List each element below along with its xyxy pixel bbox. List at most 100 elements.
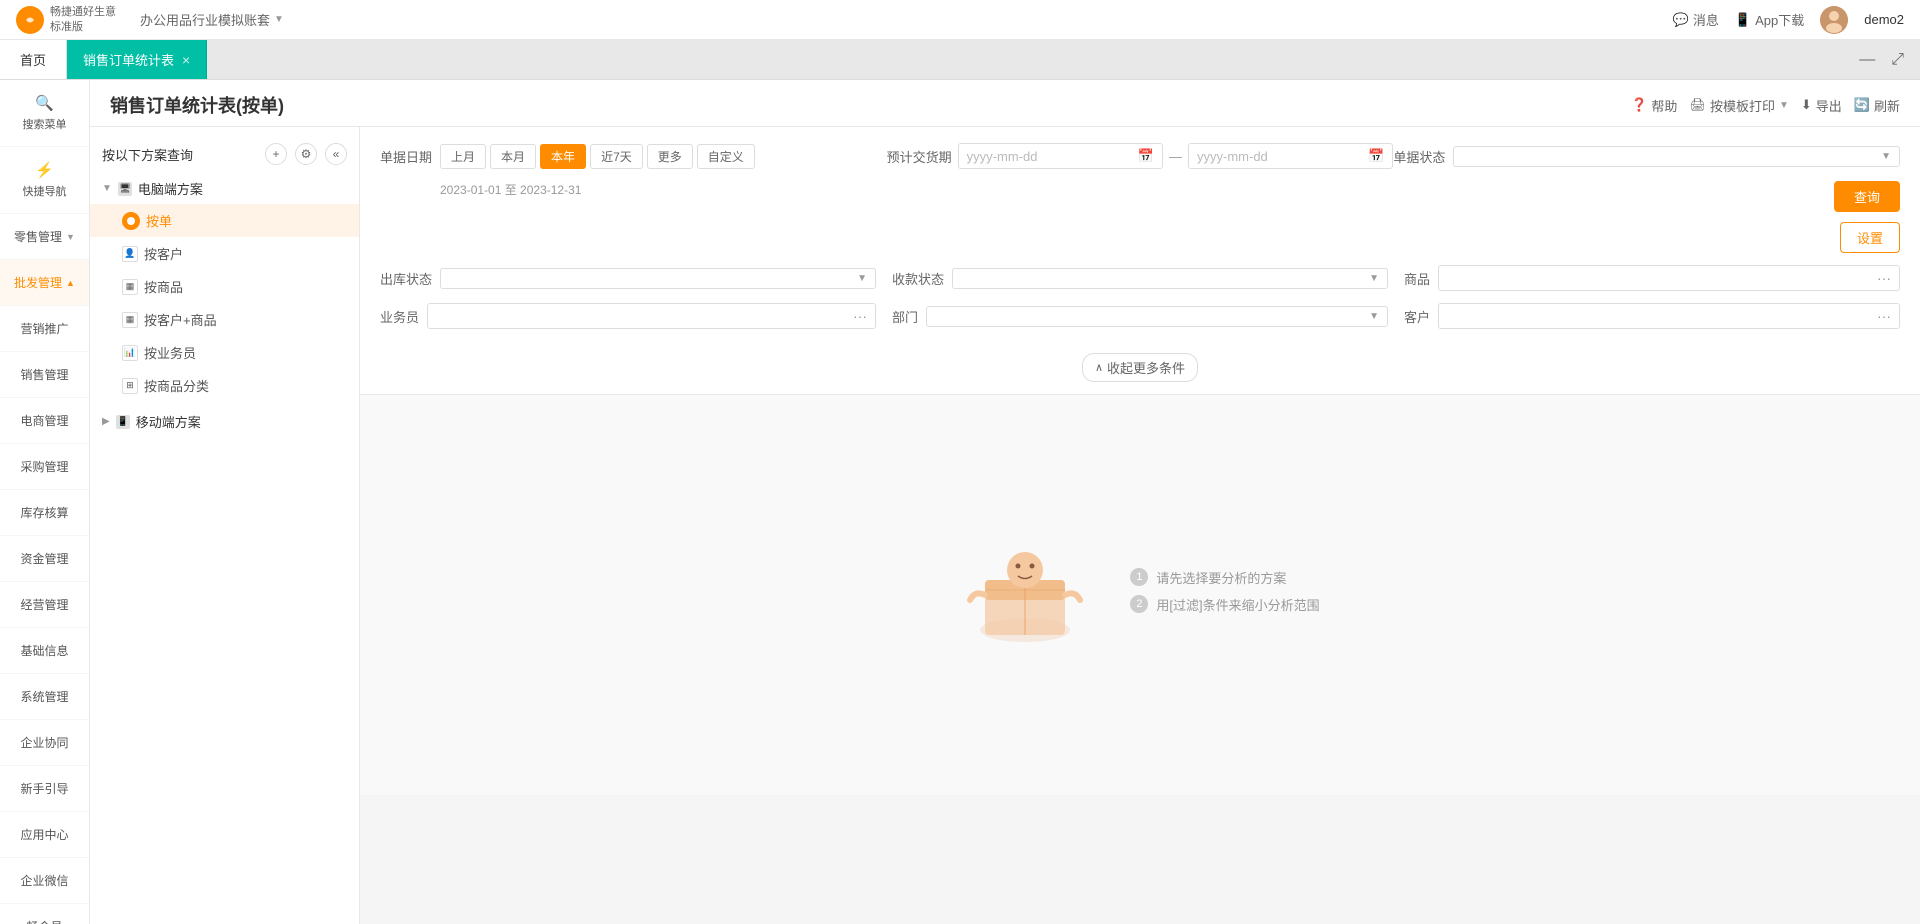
- sidebar-item-ecommerce[interactable]: 电商管理: [0, 398, 89, 444]
- tab-close-icon[interactable]: ×: [182, 52, 190, 68]
- left-panel-title: 按以下方案查询: [102, 145, 193, 164]
- empty-content: 1 请先选择要分析的方案 2 用[过滤]条件来缩小分析范围: [960, 530, 1319, 660]
- bill-status-select[interactable]: ▼: [1453, 146, 1900, 167]
- pc-group-arrow-icon: ▼: [102, 183, 112, 194]
- sidebar-item-wechat[interactable]: 企业微信: [0, 858, 89, 904]
- sidebar-item-newuser[interactable]: 新手引导: [0, 766, 89, 812]
- appcenter-label: 应用中心: [20, 826, 68, 843]
- workspace-label: 办公用品行业模拟账套: [140, 10, 270, 29]
- active-scheme-indicator: [122, 212, 140, 230]
- date-filter-field: 单据日期 上月 本月 本年 近7天 更多 自定义: [380, 144, 887, 169]
- scheme-item-by-category[interactable]: ⊞ 按商品分类: [90, 369, 359, 402]
- settings-button[interactable]: 设置: [1840, 222, 1900, 253]
- help-label: 帮助: [1651, 96, 1677, 115]
- app-download-label: App下载: [1755, 10, 1804, 29]
- print-icon: 🖨: [1689, 97, 1706, 113]
- customer-select[interactable]: ···: [1438, 303, 1900, 329]
- sidebar-item-collab[interactable]: 企业协同: [0, 720, 89, 766]
- goods-select[interactable]: ···: [1438, 265, 1900, 291]
- member-label: 畅会员: [26, 918, 62, 924]
- message-action[interactable]: 💬 消息: [1673, 10, 1719, 29]
- logo-text: 畅捷通好生意 标准版: [50, 5, 116, 34]
- expected-delivery-start[interactable]: yyyy-mm-dd 📅: [958, 143, 1163, 169]
- sidebar-item-quicknav[interactable]: ⚡ 快捷导航: [0, 147, 89, 214]
- app-download-action[interactable]: 📱 App下载: [1735, 10, 1804, 29]
- refresh-label: 刷新: [1874, 96, 1900, 115]
- sidebar-item-appcenter[interactable]: 应用中心: [0, 812, 89, 858]
- collab-label: 企业协同: [20, 734, 68, 751]
- bill-status-field: 单据状态 ▼: [1393, 146, 1900, 167]
- sales-person-field: 业务员 ···: [380, 303, 876, 329]
- date-btn-this-month[interactable]: 本月: [490, 144, 536, 169]
- operations-label: 经营管理: [20, 596, 68, 613]
- date-btn-more[interactable]: 更多: [647, 144, 693, 169]
- scheme-item-by-salesperson[interactable]: 📊 按业务员: [90, 336, 359, 369]
- user-name[interactable]: demo2: [1864, 12, 1904, 27]
- scheme-item-by-order[interactable]: 按单: [90, 204, 359, 237]
- settings-scheme-button[interactable]: ⚙: [295, 143, 317, 165]
- refresh-button[interactable]: 🔄 刷新: [1854, 96, 1900, 115]
- right-panel: 单据日期 上月 本月 本年 近7天 更多 自定义: [360, 127, 1920, 924]
- sales-person-select[interactable]: ···: [427, 303, 876, 329]
- collection-status-label: 收款状态: [892, 269, 944, 288]
- print-button[interactable]: 🖨 按模板打印 ▼: [1689, 96, 1788, 115]
- tab-bar-actions: — ⤢: [1843, 40, 1920, 79]
- empty-hints: 1 请先选择要分析的方案 2 用[过滤]条件来缩小分析范围: [1130, 568, 1319, 622]
- sidebar-item-system[interactable]: 系统管理: [0, 674, 89, 720]
- sidebar-item-member[interactable]: 畅会员: [0, 904, 89, 924]
- pc-group-label: 🖥 电脑端方案: [118, 179, 203, 198]
- category-icon: ⊞: [122, 378, 138, 394]
- sales-person-ellipsis-icon: ···: [853, 308, 867, 324]
- basic-info-label: 基础信息: [20, 642, 68, 659]
- sidebar-item-finance[interactable]: 资金管理: [0, 536, 89, 582]
- page-header: 销售订单统计表(按单) ❓ 帮助 🖨 按模板打印 ▼ ⬇ 导出 🔄 刷新: [90, 80, 1920, 127]
- pc-group-header[interactable]: ▼ 🖥 电脑端方案: [90, 173, 359, 204]
- search-menu-label: 搜索菜单: [23, 116, 67, 132]
- sidebar-item-marketing[interactable]: 营销推广: [0, 306, 89, 352]
- help-button[interactable]: ❓ 帮助: [1631, 96, 1677, 115]
- department-select[interactable]: ▼: [926, 306, 1388, 327]
- sidebar-item-retail[interactable]: 零售管理 ▼: [0, 214, 89, 260]
- date-btn-7days[interactable]: 近7天: [590, 144, 643, 169]
- sidebar-item-wholesale[interactable]: 批发管理 ▲: [0, 260, 89, 306]
- top-bar: 畅捷通好生意 标准版 办公用品行业模拟账套 ▼ 💬 消息 📱 App下载 dem…: [0, 0, 1920, 40]
- customer-goods-icon: ▦: [122, 312, 138, 328]
- workspace-selector[interactable]: 办公用品行业模拟账套 ▼: [140, 10, 284, 29]
- app-icon: 📱: [1735, 12, 1751, 28]
- collapse-bar: ∧ 收起更多条件: [380, 345, 1900, 394]
- collapse-panel-button[interactable]: «: [325, 143, 347, 165]
- date-btn-this-year[interactable]: 本年: [540, 144, 586, 169]
- pc-group-icon: 🖥: [118, 182, 132, 196]
- collection-status-select[interactable]: ▼: [952, 268, 1388, 289]
- sidebar-item-purchase[interactable]: 采购管理: [0, 444, 89, 490]
- sidebar-item-inventory[interactable]: 库存核算: [0, 490, 89, 536]
- date-btn-last-month[interactable]: 上月: [440, 144, 486, 169]
- expected-delivery-end[interactable]: yyyy-mm-dd 📅: [1188, 143, 1393, 169]
- active-tab[interactable]: 销售订单统计表 ×: [67, 40, 207, 79]
- mobile-group-header[interactable]: ▶ 📱 移动端方案: [90, 406, 359, 437]
- search-button[interactable]: 查询: [1834, 181, 1900, 212]
- goods-field: 商品 ···: [1404, 265, 1900, 291]
- scheme-item-by-customer[interactable]: 👤 按客户: [90, 237, 359, 270]
- pc-scheme-group: ▼ 🖥 电脑端方案 按单: [90, 173, 359, 402]
- hint-num-2: 2: [1130, 595, 1148, 613]
- add-scheme-button[interactable]: +: [265, 143, 287, 165]
- scheme-item-by-customer-goods[interactable]: ▦ 按客户+商品: [90, 303, 359, 336]
- help-icon: ❓: [1631, 97, 1647, 113]
- minimize-button[interactable]: —: [1855, 47, 1879, 73]
- sidebar-item-operations[interactable]: 经营管理: [0, 582, 89, 628]
- maximize-button[interactable]: ⤢: [1887, 47, 1908, 73]
- date-btn-custom[interactable]: 自定义: [697, 144, 755, 169]
- wechat-label: 企业微信: [20, 872, 68, 889]
- home-tab[interactable]: 首页: [0, 40, 67, 79]
- sidebar-item-search[interactable]: 🔍 搜索菜单: [0, 80, 89, 147]
- logo-icon: [16, 6, 44, 34]
- shipment-status-select[interactable]: ▼: [440, 268, 876, 289]
- scheme-item-by-goods[interactable]: ▦ 按商品: [90, 270, 359, 303]
- collapse-button[interactable]: ∧ 收起更多条件: [1082, 353, 1198, 382]
- mobile-group-name: 移动端方案: [136, 412, 201, 431]
- export-button[interactable]: ⬇ 导出: [1801, 96, 1842, 115]
- sidebar-item-sales[interactable]: 销售管理: [0, 352, 89, 398]
- sidebar-item-basic-info[interactable]: 基础信息: [0, 628, 89, 674]
- empty-hint-2: 2 用[过滤]条件来缩小分析范围: [1130, 595, 1319, 614]
